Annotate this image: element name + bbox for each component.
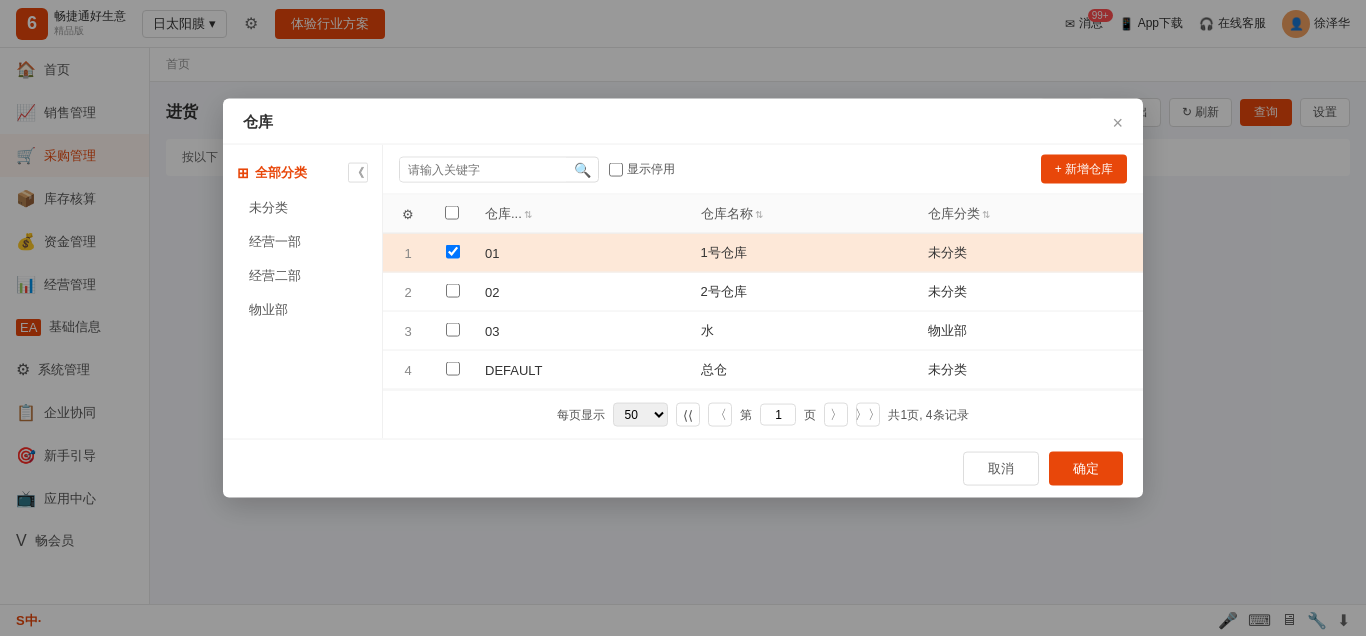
row-code: 02 (473, 272, 689, 311)
row-code: 03 (473, 311, 689, 350)
row-checkbox[interactable] (433, 350, 473, 389)
warehouse-table-wrap: ⚙ 仓库...⇅ 仓库名称⇅ 仓库分类⇅ 1 01 1号仓库 未分类 2 (383, 195, 1143, 390)
row-name: 总仓 (689, 350, 916, 389)
total-info: 共1页, 4条记录 (888, 406, 968, 423)
search-icon[interactable]: 🔍 (566, 161, 599, 177)
row-checkbox[interactable] (433, 233, 473, 272)
row-category: 未分类 (916, 272, 1143, 311)
category-item-ops1[interactable]: 经营一部 (223, 225, 382, 259)
th-code: 仓库...⇅ (473, 195, 689, 234)
modal-title: 仓库 (243, 113, 273, 132)
modal-close-button[interactable]: × (1112, 113, 1123, 131)
row-category: 物业部 (916, 311, 1143, 350)
confirm-button[interactable]: 确定 (1049, 452, 1123, 486)
table-row[interactable]: 4 DEFAULT 总仓 未分类 (383, 350, 1143, 389)
modal-sidebar: ⊞ 全部分类 《 未分类 经营一部 经营二部 物业部 (223, 145, 383, 439)
prev-page-button[interactable]: 〈 (708, 403, 732, 427)
row-code: DEFAULT (473, 350, 689, 389)
row-checkbox[interactable] (433, 311, 473, 350)
per-page-select[interactable]: 50 10 20 100 (613, 403, 668, 427)
table-header-row: ⚙ 仓库...⇅ 仓库名称⇅ 仓库分类⇅ (383, 195, 1143, 234)
last-page-button[interactable]: 〉〉 (856, 403, 880, 427)
row-name: 2号仓库 (689, 272, 916, 311)
table-row[interactable]: 1 01 1号仓库 未分类 (383, 233, 1143, 272)
grid-icon: ⊞ (237, 165, 249, 181)
row-code: 01 (473, 233, 689, 272)
th-settings: ⚙ (383, 195, 433, 234)
next-page-button[interactable]: 〉 (824, 403, 848, 427)
row-index: 4 (383, 350, 433, 389)
table-row[interactable]: 2 02 2号仓库 未分类 (383, 272, 1143, 311)
modal-footer: 取消 确定 (223, 439, 1143, 498)
show-disabled-checkbox[interactable] (609, 162, 623, 176)
row-index: 3 (383, 311, 433, 350)
category-header[interactable]: ⊞ 全部分类 《 (223, 155, 382, 191)
category-item-property[interactable]: 物业部 (223, 293, 382, 327)
collapse-button[interactable]: 《 (348, 163, 368, 183)
modal-main: 🔍 显示停用 + 新增仓库 ⚙ 仓库...⇅ 仓库名称⇅ (383, 145, 1143, 439)
category-item-ops2[interactable]: 经营二部 (223, 259, 382, 293)
row-name: 水 (689, 311, 916, 350)
row-category: 未分类 (916, 350, 1143, 389)
warehouse-table: ⚙ 仓库...⇅ 仓库名称⇅ 仓库分类⇅ 1 01 1号仓库 未分类 2 (383, 195, 1143, 390)
modal-body: ⊞ 全部分类 《 未分类 经营一部 经营二部 物业部 🔍 显示停用 (223, 145, 1143, 439)
row-index: 2 (383, 272, 433, 311)
modal-pagination: 每页显示 50 10 20 100 ⟨⟨ 〈 第 页 〉 〉〉 共1页, 4条记… (383, 390, 1143, 439)
th-checkbox (433, 195, 473, 234)
page-number-input[interactable] (760, 404, 796, 426)
row-category: 未分类 (916, 233, 1143, 272)
table-row[interactable]: 3 03 水 物业部 (383, 311, 1143, 350)
cancel-button[interactable]: 取消 (963, 452, 1039, 486)
th-name: 仓库名称⇅ (689, 195, 916, 234)
category-item-uncategorized[interactable]: 未分类 (223, 191, 382, 225)
search-input[interactable] (400, 157, 566, 181)
modal-toolbar: 🔍 显示停用 + 新增仓库 (383, 145, 1143, 195)
row-index: 1 (383, 233, 433, 272)
show-disabled-wrap: 显示停用 (609, 161, 675, 178)
modal-header: 仓库 × (223, 99, 1143, 145)
first-page-button[interactable]: ⟨⟨ (676, 403, 700, 427)
warehouse-modal: 仓库 × ⊞ 全部分类 《 未分类 经营一部 经营二部 物业部 🔍 (223, 99, 1143, 498)
select-all-checkbox[interactable] (445, 205, 459, 219)
th-category: 仓库分类⇅ (916, 195, 1143, 234)
search-input-wrap: 🔍 (399, 156, 599, 182)
row-checkbox[interactable] (433, 272, 473, 311)
add-warehouse-button[interactable]: + 新增仓库 (1041, 155, 1127, 184)
row-name: 1号仓库 (689, 233, 916, 272)
